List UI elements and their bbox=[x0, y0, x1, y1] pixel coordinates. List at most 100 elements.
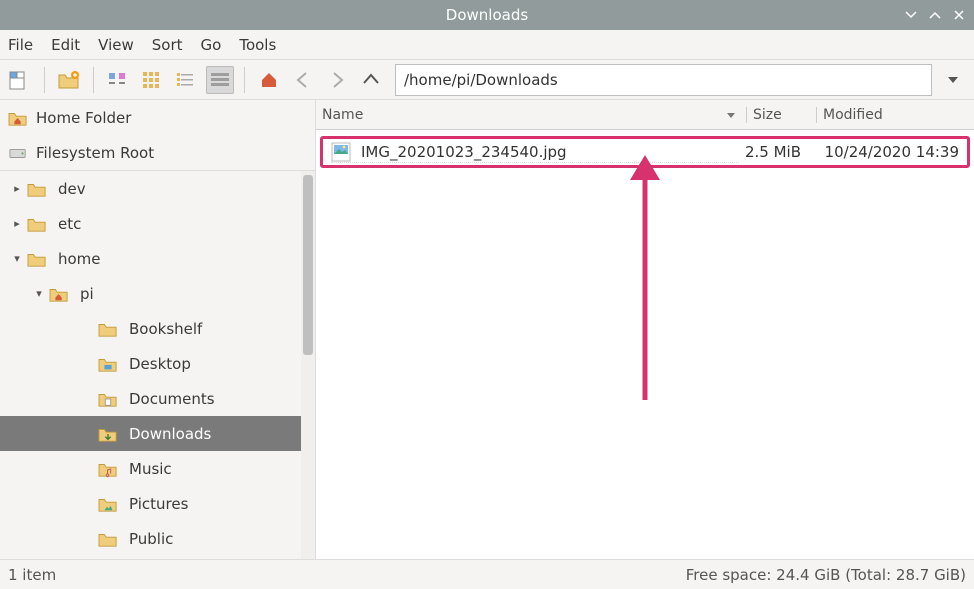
expand-toggle[interactable]: ▾ bbox=[12, 252, 22, 265]
expand-toggle[interactable] bbox=[56, 497, 66, 510]
tree-item-bookshelf[interactable]: Bookshelf bbox=[0, 311, 301, 346]
home-icon bbox=[260, 71, 278, 89]
annotation-arrow-icon bbox=[615, 150, 675, 410]
tree-item-label: Desktop bbox=[129, 355, 191, 373]
menu-sort[interactable]: Sort bbox=[150, 34, 185, 56]
minimize-button[interactable] bbox=[904, 8, 918, 22]
tree-item-label: Public bbox=[129, 530, 173, 548]
expand-toggle[interactable] bbox=[56, 427, 66, 440]
expand-toggle[interactable]: ▾ bbox=[34, 287, 44, 300]
statusbar: 1 item Free space: 24.4 GiB (Total: 28.7… bbox=[0, 559, 974, 589]
folder-desktop-icon bbox=[98, 355, 118, 373]
file-name: IMG_20201023_234540.jpg bbox=[361, 143, 567, 161]
tree-item-dev[interactable]: ▸ dev bbox=[0, 171, 301, 206]
folder-downloads-icon bbox=[98, 425, 118, 443]
tree-item-etc[interactable]: ▸ etc bbox=[0, 206, 301, 241]
new-tab-icon bbox=[9, 70, 31, 90]
toolbar: /home/pi/Downloads bbox=[0, 60, 974, 100]
tree-item-desktop[interactable]: Desktop bbox=[0, 346, 301, 381]
menu-go[interactable]: Go bbox=[199, 34, 224, 56]
close-icon bbox=[953, 9, 965, 21]
folder-tree[interactable]: ▸ dev ▸ etc ▾ home ▾ pi Bookshelf Desktop Docum… bbox=[0, 171, 301, 559]
back-button[interactable] bbox=[289, 66, 317, 94]
tree-scrollbar[interactable] bbox=[301, 171, 315, 559]
tree-item-label: Bookshelf bbox=[129, 320, 202, 338]
column-headers: Name Size Modified bbox=[316, 100, 974, 130]
chevron-down-icon bbox=[905, 9, 917, 21]
tree-item-label: Music bbox=[129, 460, 172, 478]
expand-toggle[interactable]: ▸ bbox=[12, 182, 22, 195]
menu-edit[interactable]: Edit bbox=[49, 34, 82, 56]
new-tab-button[interactable] bbox=[6, 66, 34, 94]
expand-toggle[interactable] bbox=[56, 322, 66, 335]
tree-item-pictures[interactable]: Pictures bbox=[0, 486, 301, 521]
expand-toggle[interactable]: ▸ bbox=[12, 217, 22, 230]
folder-pictures-icon bbox=[98, 495, 118, 513]
new-folder-icon bbox=[58, 70, 80, 90]
column-size-label: Size bbox=[753, 107, 782, 123]
column-name-label: Name bbox=[322, 107, 363, 123]
menu-file[interactable]: File bbox=[6, 34, 35, 56]
sidebar: Home Folder Filesystem Root ▸ dev ▸ etc ▾ hom… bbox=[0, 100, 316, 559]
arrow-up-icon bbox=[362, 71, 380, 89]
menubar: File Edit View Sort Go Tools bbox=[0, 30, 974, 60]
arrow-right-icon bbox=[328, 71, 346, 89]
tree-item-label: etc bbox=[58, 215, 81, 233]
path-input[interactable]: /home/pi/Downloads bbox=[395, 64, 932, 96]
column-modified-label: Modified bbox=[823, 107, 883, 123]
file-size: 2.5 MiB bbox=[739, 143, 809, 161]
places-panel: Home Folder Filesystem Root bbox=[0, 100, 315, 171]
file-row[interactable]: IMG_20201023_234540.jpg 2.5 MiB 10/24/20… bbox=[320, 136, 970, 168]
place-filesystem-root[interactable]: Filesystem Root bbox=[0, 135, 315, 170]
image-file-icon bbox=[331, 142, 351, 162]
drive-icon bbox=[8, 144, 28, 162]
file-modified: 10/24/2020 14:39 bbox=[809, 143, 959, 161]
menu-view[interactable]: View bbox=[96, 34, 136, 56]
view-thumbnails-button[interactable] bbox=[138, 66, 166, 94]
tree-item-pi[interactable]: ▾ pi bbox=[0, 276, 301, 311]
view-detailed-button[interactable] bbox=[206, 66, 234, 94]
folder-icon bbox=[27, 250, 47, 268]
tree-item-downloads[interactable]: Downloads bbox=[0, 416, 301, 451]
tree-item-public[interactable]: Public bbox=[0, 521, 301, 556]
tree-item-label: home bbox=[58, 250, 101, 268]
tree-item-label: Documents bbox=[129, 390, 215, 408]
new-folder-button[interactable] bbox=[55, 66, 83, 94]
home-button[interactable] bbox=[255, 66, 283, 94]
expand-toggle[interactable] bbox=[56, 462, 66, 475]
place-home-folder[interactable]: Home Folder bbox=[0, 100, 315, 135]
column-size[interactable]: Size bbox=[746, 107, 816, 123]
folder-home-icon bbox=[49, 285, 69, 303]
folder-documents-icon bbox=[98, 390, 118, 408]
titlebar: Downloads bbox=[0, 0, 974, 30]
home-folder-icon bbox=[8, 109, 28, 127]
expand-toggle[interactable] bbox=[56, 392, 66, 405]
up-button[interactable] bbox=[357, 66, 385, 94]
tree-item-home[interactable]: ▾ home bbox=[0, 241, 301, 276]
folder-icon bbox=[27, 215, 47, 233]
scrollbar-thumb[interactable] bbox=[303, 175, 313, 355]
statusbar-item-count: 1 item bbox=[8, 566, 56, 584]
file-list[interactable]: IMG_20201023_234540.jpg 2.5 MiB 10/24/20… bbox=[316, 130, 974, 559]
tree-item-label: Pictures bbox=[129, 495, 188, 513]
path-history-dropdown[interactable] bbox=[938, 64, 968, 96]
forward-button[interactable] bbox=[323, 66, 351, 94]
column-name[interactable]: Name bbox=[322, 107, 746, 123]
maximize-button[interactable] bbox=[928, 8, 942, 22]
menu-tools[interactable]: Tools bbox=[237, 34, 278, 56]
view-compact-button[interactable] bbox=[172, 66, 200, 94]
column-modified[interactable]: Modified bbox=[816, 107, 966, 123]
close-button[interactable] bbox=[952, 8, 966, 22]
window-controls bbox=[904, 0, 966, 30]
expand-toggle[interactable] bbox=[56, 532, 66, 545]
tree-item-documents[interactable]: Documents bbox=[0, 381, 301, 416]
tree-item-music[interactable]: Music bbox=[0, 451, 301, 486]
tree-item-label: dev bbox=[58, 180, 86, 198]
path-text: /home/pi/Downloads bbox=[404, 71, 558, 89]
view-icons-button[interactable] bbox=[104, 66, 132, 94]
folder-icon bbox=[27, 180, 47, 198]
tree-item-label: pi bbox=[80, 285, 94, 303]
tree-item-label: Downloads bbox=[129, 425, 211, 443]
folder-icon bbox=[98, 320, 118, 338]
expand-toggle[interactable] bbox=[56, 357, 66, 370]
